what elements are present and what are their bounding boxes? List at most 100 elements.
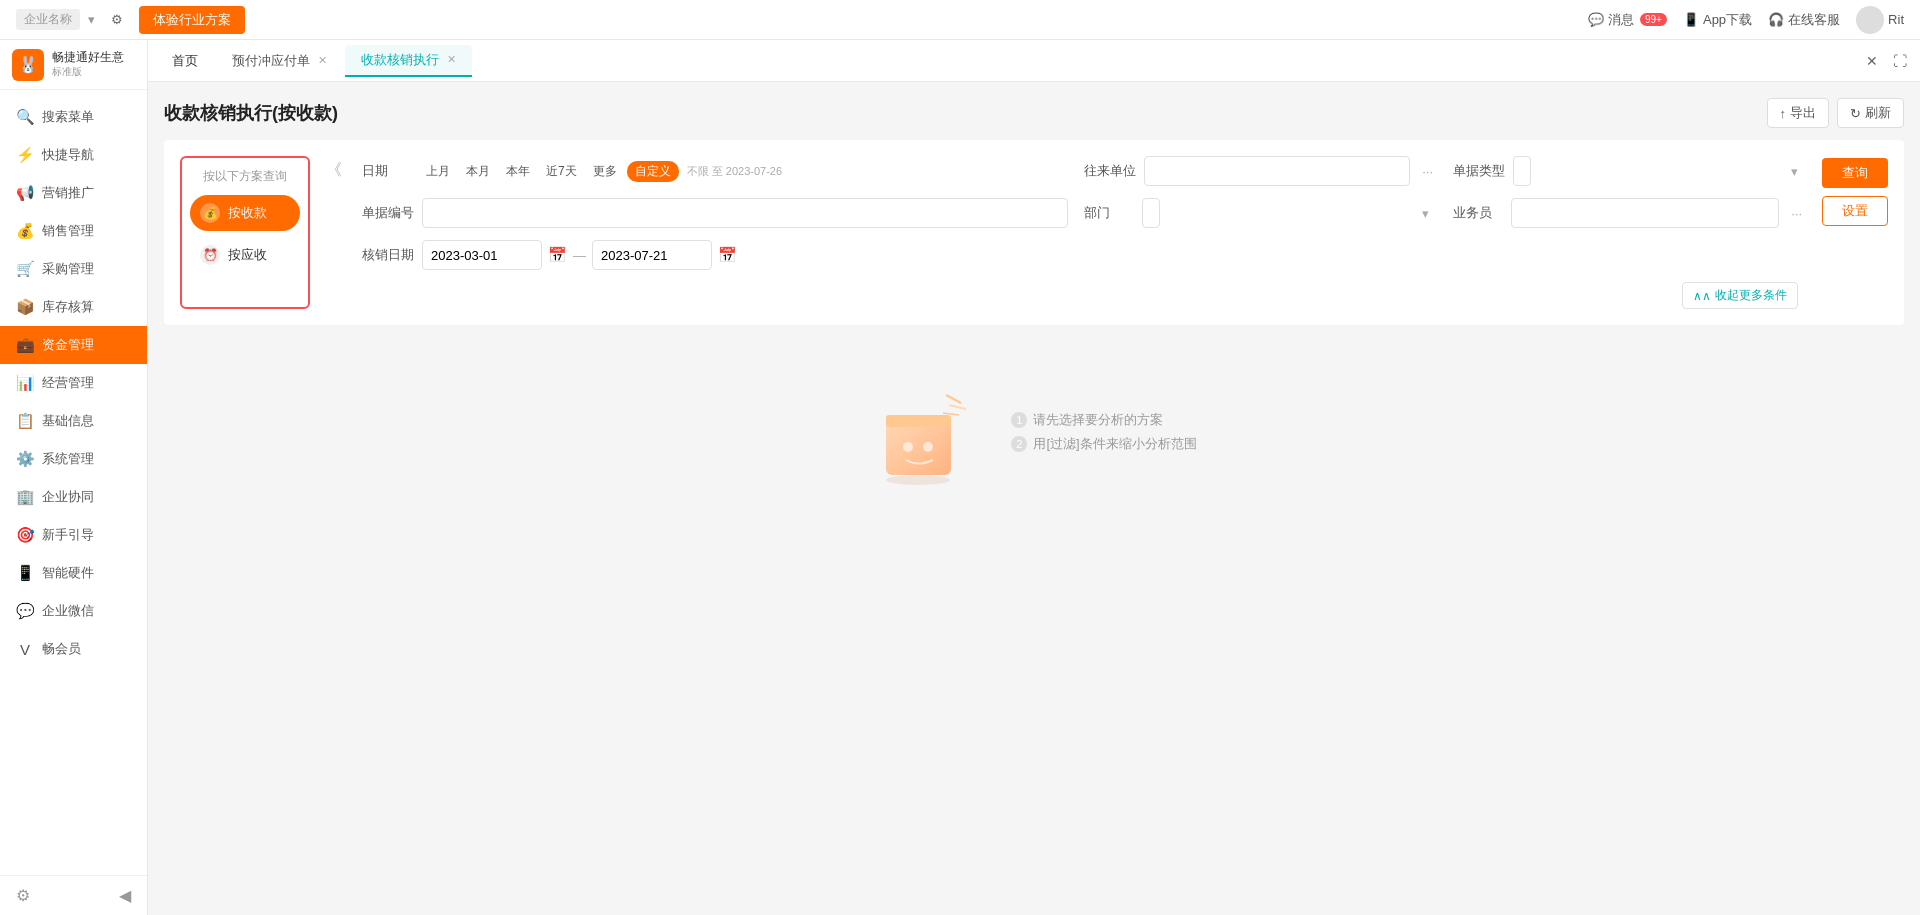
date-this-month[interactable]: 本月 [460, 161, 496, 182]
sidebar-label-wechat: 企业微信 [42, 602, 94, 620]
date-custom-badge[interactable]: 自定义 [627, 161, 679, 182]
online-service-action[interactable]: 🎧 在线客服 [1768, 11, 1840, 29]
quick-nav-icon: ⚡ [16, 146, 34, 164]
refresh-button[interactable]: ↻ 刷新 [1837, 98, 1904, 128]
app-download-action[interactable]: 📱 App下载 [1683, 11, 1752, 29]
member-icon: V [16, 641, 34, 658]
tab-prepay[interactable]: 预付冲应付单 ✕ [216, 45, 343, 77]
empty-text-area: 1 请先选择要分析的方案 2 用[过滤]条件来缩小分析范围 [1011, 411, 1196, 459]
date-7days[interactable]: 近7天 [540, 161, 583, 182]
bill-type-field: 单据类型 [1453, 156, 1806, 186]
filter-row-3: 核销日期 📅 — 📅 [362, 240, 1806, 270]
sidebar-item-enterprise[interactable]: 🏢 企业协同 [0, 478, 147, 516]
tab-home[interactable]: 首页 [156, 45, 214, 77]
industry-button[interactable]: 体验行业方案 [139, 6, 245, 34]
collapse-sidebar-icon[interactable]: ◀ [119, 886, 131, 905]
brand-edition: 标准版 [52, 65, 124, 79]
writeoff-date-end-input[interactable] [592, 240, 712, 270]
collapse-filter-icon[interactable]: 《 [326, 160, 346, 181]
writeoff-date-start-input[interactable] [422, 240, 542, 270]
sidebar-item-sales[interactable]: 💰 销售管理 [0, 212, 147, 250]
department-field: 部门 [1084, 198, 1437, 228]
staff-ellipsis-icon[interactable]: ··· [1787, 206, 1806, 221]
counterparty-label: 往来单位 [1084, 162, 1136, 180]
hint-text-2: 用[过滤]条件来缩小分析范围 [1033, 435, 1196, 453]
content-area: 首页 预付冲应付单 ✕ 收款核销执行 ✕ ✕ ⛶ 收款核销执行(按收款) [148, 40, 1920, 915]
expand-tab-icon[interactable]: ⛶ [1888, 49, 1912, 73]
close-tab-icon[interactable]: ✕ [1860, 49, 1884, 73]
filter-option-receipt[interactable]: 💰 按收款 [190, 195, 300, 231]
department-select[interactable] [1142, 198, 1160, 228]
settings-footer-icon[interactable]: ⚙ [16, 886, 30, 905]
export-button[interactable]: ↑ 导出 [1767, 98, 1830, 128]
receipt-filter-icon: 💰 [200, 203, 220, 223]
sidebar-item-guide[interactable]: 🎯 新手引导 [0, 516, 147, 554]
user-area[interactable]: Rit [1856, 6, 1904, 34]
tab-prepay-label: 预付冲应付单 [232, 52, 310, 70]
svg-line-4 [946, 395, 961, 403]
sidebar-item-marketing[interactable]: 📢 营销推广 [0, 174, 147, 212]
tab-collection-label: 收款核销执行 [361, 51, 439, 69]
right-action-buttons: 查询 设置 [1822, 158, 1888, 226]
date-this-year[interactable]: 本年 [500, 161, 536, 182]
sidebar-item-system[interactable]: ⚙️ 系统管理 [0, 440, 147, 478]
tab-bar: 首页 预付冲应付单 ✕ 收款核销执行 ✕ ✕ ⛶ [148, 40, 1920, 82]
sidebar-item-basic[interactable]: 📋 基础信息 [0, 402, 147, 440]
refresh-icon: ↻ [1850, 106, 1861, 121]
hint-number-1: 1 [1011, 412, 1027, 428]
bill-no-input[interactable] [422, 198, 1068, 228]
empty-illustration [871, 385, 971, 485]
counterparty-input[interactable] [1144, 156, 1410, 186]
query-button[interactable]: 查询 [1822, 158, 1888, 188]
search-panel: 按以下方案查询 💰 按收款 ⏰ 按应收 《 [164, 140, 1904, 325]
app-icon: 📱 [1683, 12, 1699, 27]
tab-home-label: 首页 [172, 52, 198, 70]
sidebar-label-operation: 经营管理 [42, 374, 94, 392]
date-field: 日期 上月 本月 本年 近7天 更多 自定义 不限 至 2023-07-26 [362, 161, 1068, 182]
staff-input[interactable] [1511, 198, 1779, 228]
brand-dropdown-icon[interactable]: ▾ [88, 12, 95, 27]
date-range: 📅 — 📅 [422, 240, 737, 270]
date-shortcuts: 上月 本月 本年 近7天 更多 自定义 不限 至 2023-07-26 [420, 161, 1068, 182]
sidebar-item-purchase[interactable]: 🛒 采购管理 [0, 250, 147, 288]
tab-collection[interactable]: 收款核销执行 ✕ [345, 45, 472, 77]
empty-state: 1 请先选择要分析的方案 2 用[过滤]条件来缩小分析范围 [164, 325, 1904, 545]
more-conditions-button[interactable]: ∧∧ 收起更多条件 [1682, 282, 1798, 309]
header-right: 💬 消息 99+ 📱 App下载 🎧 在线客服 Rit [1588, 6, 1904, 34]
top-header: 企业名称 ▾ ⚙ 体验行业方案 💬 消息 99+ 📱 App下载 🎧 在线客服 … [0, 0, 1920, 40]
svg-line-6 [943, 413, 959, 415]
message-label: 消息 [1608, 11, 1634, 29]
bill-type-select[interactable] [1513, 156, 1531, 186]
header-left: 企业名称 ▾ ⚙ 体验行业方案 [16, 6, 1578, 34]
sidebar-item-member[interactable]: V 畅会员 [0, 630, 147, 668]
user-name: Rit [1888, 12, 1904, 27]
system-icon: ⚙️ [16, 450, 34, 468]
filter-option-receivable[interactable]: ⏰ 按应收 [190, 237, 300, 273]
sidebar-item-hardware[interactable]: 📱 智能硬件 [0, 554, 147, 592]
department-label: 部门 [1084, 204, 1134, 222]
date-more[interactable]: 更多 [587, 161, 623, 182]
counterparty-ellipsis-icon[interactable]: ··· [1418, 164, 1437, 179]
counterparty-field: 往来单位 ··· [1084, 156, 1437, 186]
sidebar-item-finance[interactable]: 💼 资金管理 [0, 326, 147, 364]
sidebar-item-inventory[interactable]: 📦 库存核算 [0, 288, 147, 326]
message-icon: 💬 [1588, 12, 1604, 27]
settings-icon[interactable]: ⚙ [103, 6, 131, 34]
writeoff-date-label: 核销日期 [362, 246, 414, 264]
sidebar-item-quick[interactable]: ⚡ 快捷导航 [0, 136, 147, 174]
sidebar-item-wechat[interactable]: 💬 企业微信 [0, 592, 147, 630]
tab-prepay-close[interactable]: ✕ [318, 54, 327, 67]
department-select-wrap [1142, 198, 1437, 228]
date-last-month[interactable]: 上月 [420, 161, 456, 182]
sidebar-item-search[interactable]: 🔍 搜索菜单 [0, 98, 147, 136]
svg-rect-0 [886, 420, 951, 475]
message-action[interactable]: 💬 消息 99+ [1588, 11, 1667, 29]
tab-collection-close[interactable]: ✕ [447, 53, 456, 66]
calendar-end-icon[interactable]: 📅 [718, 246, 737, 264]
filter-form: 日期 上月 本月 本年 近7天 更多 自定义 不限 至 2023-07-26 [362, 156, 1806, 309]
calendar-start-icon[interactable]: 📅 [548, 246, 567, 264]
sidebar-item-operation[interactable]: 📊 经营管理 [0, 364, 147, 402]
operation-icon: 📊 [16, 374, 34, 392]
export-icon: ↑ [1780, 106, 1787, 121]
setting-button[interactable]: 设置 [1822, 196, 1888, 226]
